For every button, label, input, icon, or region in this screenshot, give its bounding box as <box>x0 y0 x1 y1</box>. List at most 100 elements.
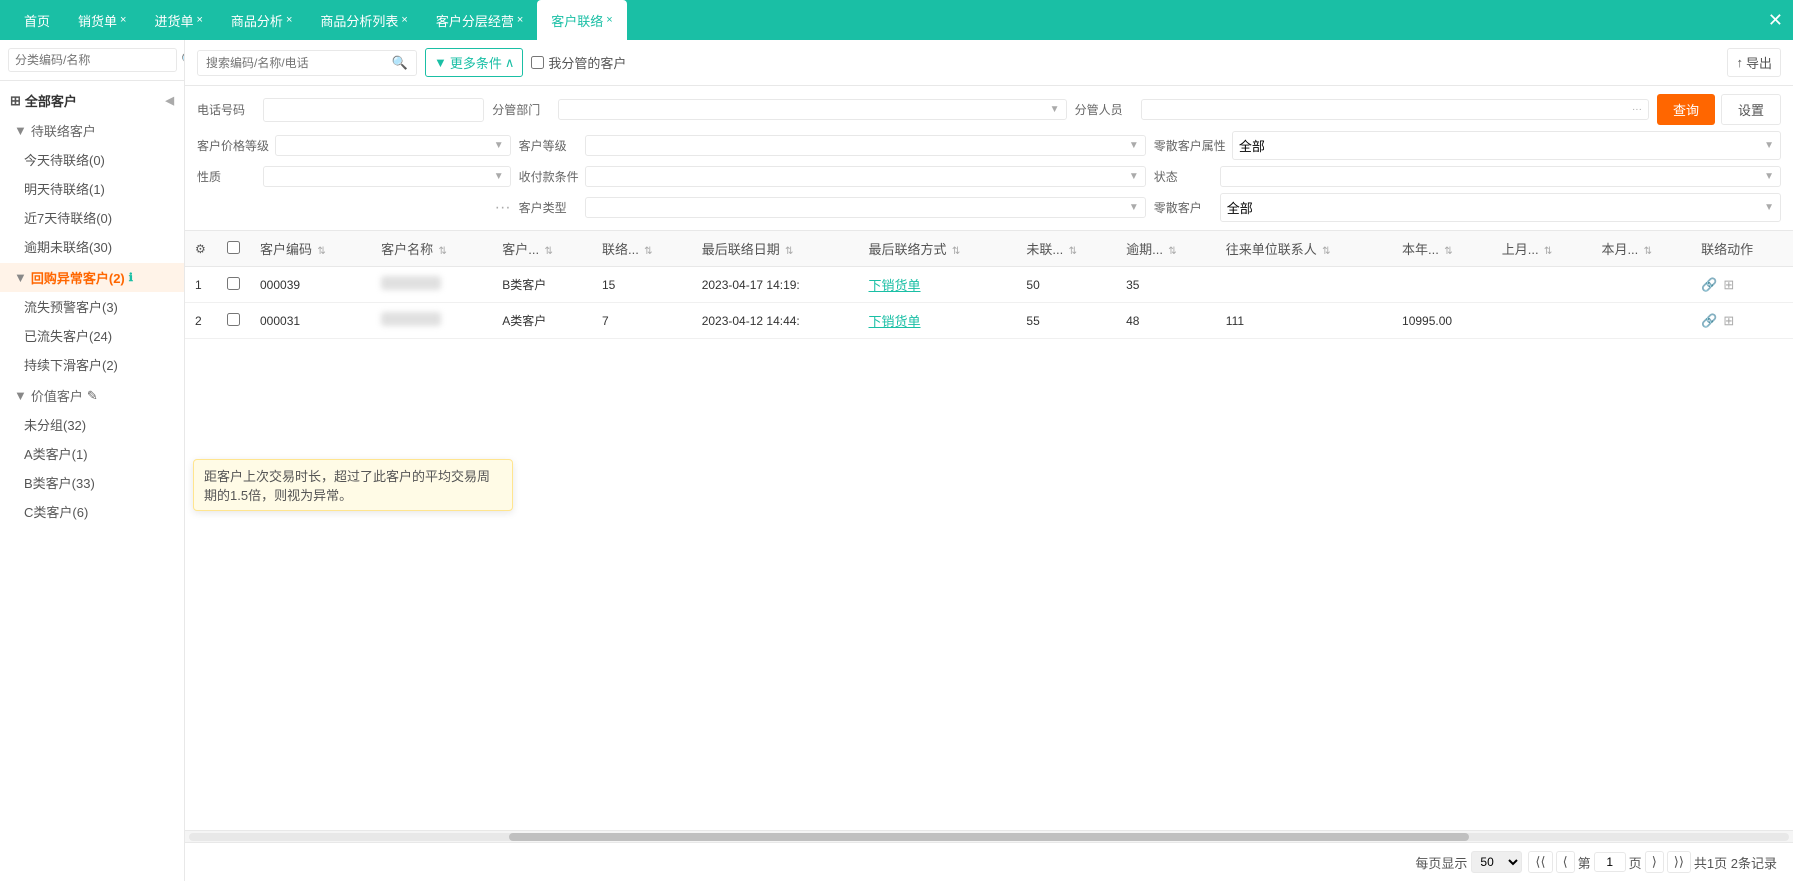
filter-price-level-select[interactable]: ▼ <box>275 135 511 156</box>
sort-lm-icon[interactable]: ⇅ <box>1544 246 1552 257</box>
filter-more-btn[interactable]: ··· <box>197 199 511 217</box>
my-customers-checkbox[interactable] <box>531 56 544 69</box>
select-all-checkbox[interactable] <box>227 241 240 254</box>
sidebar-group-value-title[interactable]: ▼ 价值客户 ✎ <box>0 381 184 410</box>
help-icon: ℹ <box>129 271 133 284</box>
nav-sales[interactable]: 销货单 × <box>64 0 140 40</box>
th-last-month: 上月... ⇅ <box>1492 231 1592 267</box>
row1-last-type-link[interactable]: 下销货单 <box>869 278 921 293</box>
filter-retail-customer-select[interactable]: 全部 ▼ <box>1220 193 1781 222</box>
sidebar-item-a-class[interactable]: A类客户(1) <box>0 439 184 468</box>
nav-customer-tier[interactable]: 客户分层经营 × <box>422 0 537 40</box>
row2-not-contact: 55 <box>1016 303 1116 339</box>
close-sales-icon[interactable]: × <box>120 14 126 26</box>
sort-ty-icon[interactable]: ⇅ <box>1444 246 1452 257</box>
more-filter-btn[interactable]: ▼ 更多条件 ∧ <box>425 48 523 77</box>
nav-analysis-list-label: 商品分析列表 <box>320 11 398 30</box>
row1-checkbox[interactable] <box>217 267 250 303</box>
nav-analysis-list[interactable]: 商品分析列表 × <box>306 0 421 40</box>
th-not-contact: 未联... ⇅ <box>1016 231 1116 267</box>
sidebar-item-ungroup[interactable]: 未分组(32) <box>0 410 184 439</box>
sidebar-item-today[interactable]: 今天待联络(0) <box>0 145 184 174</box>
export-btn[interactable]: ↑ 导出 <box>1727 48 1781 77</box>
row2-last-type-link[interactable]: 下销货单 <box>869 314 921 329</box>
page-input[interactable] <box>1594 852 1626 872</box>
my-customers-label: 我分管的客户 <box>548 53 626 72</box>
close-analysis-list-icon[interactable]: × <box>401 14 407 26</box>
sidebar-item-7days[interactable]: 近7天待联络(0) <box>0 203 184 232</box>
my-customers-checkbox-label[interactable]: 我分管的客户 <box>531 53 626 72</box>
sidebar-item-loss-warn[interactable]: 流失预警客户(3) <box>0 292 184 321</box>
top-nav: 首页 销货单 × 进货单 × 商品分析 × 商品分析列表 × 客户分层经营 × … <box>0 0 1793 40</box>
nav-purchase[interactable]: 进货单 × <box>140 0 216 40</box>
sidebar-item-b-class[interactable]: B类客户(33) <box>0 468 184 497</box>
filter-gender-select[interactable]: ▼ <box>263 166 511 187</box>
page-last-btn[interactable]: ⟩⟩ <box>1667 851 1691 873</box>
sort-cat-icon[interactable]: ⇅ <box>544 246 552 257</box>
nav-analysis[interactable]: 商品分析 × <box>217 0 306 40</box>
sidebar-item-lost[interactable]: 已流失客户(24) <box>0 321 184 350</box>
close-purchase-icon[interactable]: × <box>196 14 202 26</box>
search-input[interactable] <box>206 56 392 70</box>
sidebar-group-abnormal-title[interactable]: ▼ 回购异常客户(2) ℹ <box>0 263 184 292</box>
per-page-select[interactable]: 50 100 200 <box>1471 851 1522 873</box>
sidebar-all-customers[interactable]: ⊞ 全部客户 ◀ <box>0 85 184 116</box>
sidebar-item-tomorrow[interactable]: 明天待联络(1) <box>0 174 184 203</box>
row2-select[interactable] <box>227 313 240 326</box>
th-settings[interactable]: ⚙ <box>185 231 217 267</box>
row1-action-grid-icon[interactable]: ⊞ <box>1723 277 1734 293</box>
page-prev-btn[interactable]: ⟨ <box>1556 851 1575 873</box>
row2-action-grid-icon[interactable]: ⊞ <box>1723 313 1734 329</box>
sort-date-icon[interactable]: ⇅ <box>785 246 793 257</box>
per-page-label: 每页显示 <box>1415 853 1467 872</box>
row2-checkbox[interactable] <box>217 303 250 339</box>
horizontal-scrollbar[interactable] <box>185 830 1793 842</box>
sort-code-icon[interactable]: ⇅ <box>317 246 325 257</box>
more-icon[interactable]: ··· <box>495 199 511 217</box>
sort-overdue-icon[interactable]: ⇅ <box>1168 246 1176 257</box>
total-label: 共1页 2条记录 <box>1694 853 1777 872</box>
filter-dept-select[interactable]: ▼ <box>558 99 1066 120</box>
nav-purchase-label: 进货单 <box>154 11 193 30</box>
nav-home[interactable]: 首页 <box>10 0 64 40</box>
search-icon[interactable]: 🔍 <box>392 55 408 71</box>
filter-manager-select[interactable]: ··· <box>1141 99 1649 120</box>
sidebar-search-input[interactable] <box>8 48 177 72</box>
settings-btn[interactable]: 设置 <box>1721 94 1781 125</box>
filter-customer-type-select[interactable]: ▼ <box>585 197 1146 218</box>
all-customers-label: 全部客户 <box>25 91 77 110</box>
filter-retail-attr-label: 零散客户属性 <box>1154 137 1226 154</box>
query-btn[interactable]: 查询 <box>1657 94 1715 125</box>
sidebar-item-c-class[interactable]: C类客户(6) <box>0 497 184 526</box>
filter-row-2: 客户价格等级 ▼ 客户等级 ▼ 零散客户属性 全部 <box>197 131 1781 160</box>
sort-contacts-icon[interactable]: ⇅ <box>644 246 652 257</box>
filter-status-select[interactable]: ▼ <box>1220 166 1781 187</box>
filter-level-select[interactable]: ▼ <box>585 135 1146 156</box>
page-next-btn[interactable]: ⟩ <box>1645 851 1664 873</box>
th-checkbox[interactable] <box>217 231 250 267</box>
row2-action-link-icon[interactable]: 🔗 <box>1701 313 1717 329</box>
sidebar-item-overdue[interactable]: 逾期未联络(30) <box>0 232 184 261</box>
sidebar-item-declining[interactable]: 持续下滑客户(2) <box>0 350 184 379</box>
edit-icon[interactable]: ✎ <box>87 388 98 404</box>
page-first-btn[interactable]: ⟨⟨ <box>1528 851 1552 873</box>
row1-action-link-icon[interactable]: 🔗 <box>1701 277 1717 293</box>
scrollbar-thumb[interactable] <box>509 833 1469 841</box>
close-customer-tier-icon[interactable]: × <box>517 14 523 26</box>
nav-customer-contact[interactable]: 客户联络 × <box>537 0 626 40</box>
sort-tm-icon[interactable]: ⇅ <box>1644 246 1652 257</box>
filter-payment-select[interactable]: ▼ <box>585 166 1146 187</box>
sort-type-icon[interactable]: ⇅ <box>952 246 960 257</box>
sort-name-icon[interactable]: ⇅ <box>439 246 447 257</box>
sidebar-group-pending-title[interactable]: ▼ 待联络客户 <box>0 116 184 145</box>
filter-retail-attr-select[interactable]: 全部 ▼ <box>1232 131 1781 160</box>
close-analysis-icon[interactable]: × <box>286 14 292 26</box>
close-customer-contact-icon[interactable]: × <box>606 14 612 26</box>
table-body: 1 000039 B类客户 15 2023-04-17 14:19: 下销货单 … <box>185 267 1793 339</box>
filter-phone-input[interactable] <box>263 98 484 122</box>
sort-uc-icon[interactable]: ⇅ <box>1322 246 1330 257</box>
row1-select[interactable] <box>227 277 240 290</box>
row2-overdue: 48 <box>1116 303 1216 339</box>
sort-nc-icon[interactable]: ⇅ <box>1069 246 1077 257</box>
close-all-tabs[interactable]: ✕ <box>1768 10 1783 31</box>
